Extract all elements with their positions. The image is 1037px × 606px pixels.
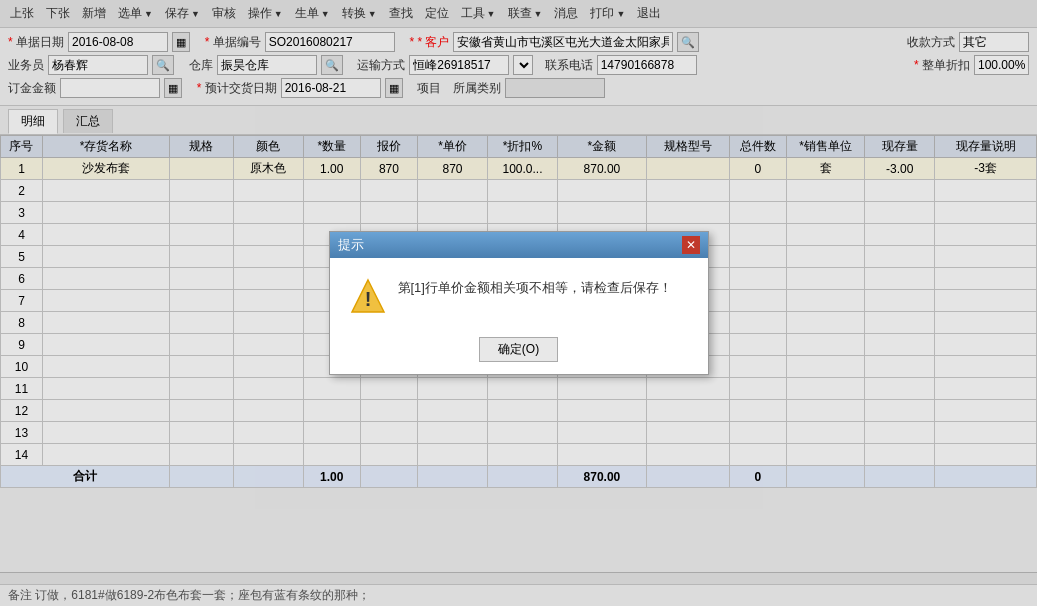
warning-icon: !	[350, 278, 386, 314]
modal-dialog: 提示 ✕ ! 第[1]行单价金额相关项不相等，请检查后保存！ 确定(O)	[329, 231, 709, 375]
modal-body: ! 第[1]行单价金额相关项不相等，请检查后保存！	[330, 258, 708, 329]
modal-ok-btn[interactable]: 确定(O)	[479, 337, 558, 362]
modal-footer: 确定(O)	[330, 329, 708, 374]
modal-title-bar: 提示 ✕	[330, 232, 708, 258]
modal-message: 第[1]行单价金额相关项不相等，请检查后保存！	[398, 278, 672, 298]
svg-text:!: !	[364, 288, 371, 310]
modal-overlay: 提示 ✕ ! 第[1]行单价金额相关项不相等，请检查后保存！ 确定(O)	[0, 0, 1037, 606]
modal-title: 提示	[338, 236, 364, 254]
modal-close-btn[interactable]: ✕	[682, 236, 700, 254]
